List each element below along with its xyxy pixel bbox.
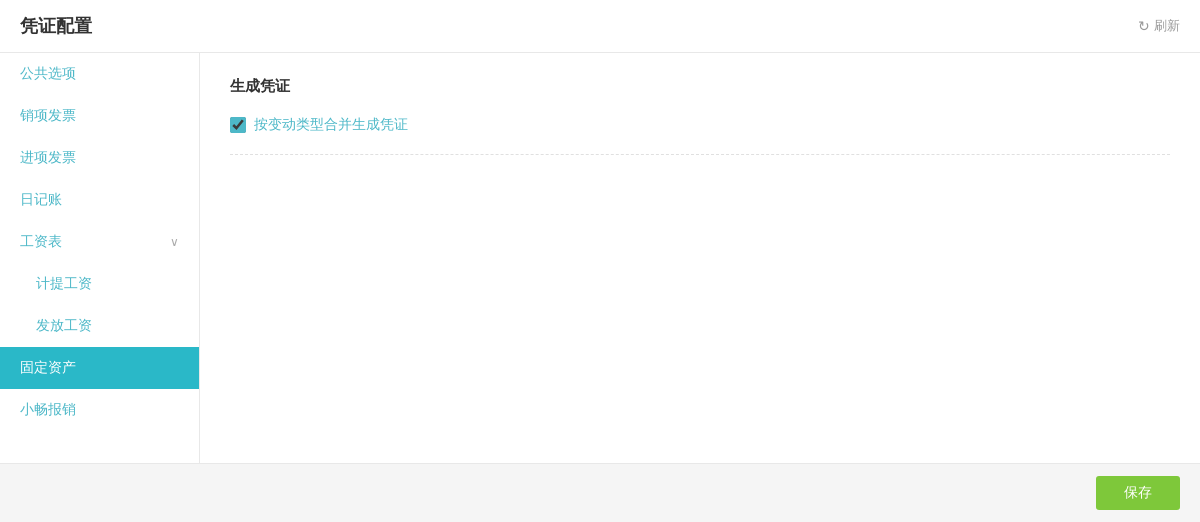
sidebar-item-journal[interactable]: 日记账 [0,179,199,221]
sidebar-item-label: 日记账 [20,191,62,209]
content-area: 生成凭证 按变动类型合并生成凭证 [200,53,1200,463]
page-footer: 保存 [0,463,1200,522]
refresh-label: 刷新 [1154,17,1180,35]
sidebar-item-public-options[interactable]: 公共选项 [0,53,199,95]
section-title: 生成凭证 [230,77,1170,96]
page-wrapper: 凭证配置 ↻ 刷新 公共选项 销项发票 进项发票 日记账 工资表 ∨ [0,0,1200,522]
main-content: 公共选项 销项发票 进项发票 日记账 工资表 ∨ 计提工资 发放工资 固定资 [0,53,1200,463]
sidebar-item-label: 工资表 [20,233,62,251]
save-button[interactable]: 保存 [1096,476,1180,510]
chevron-down-icon: ∨ [170,235,179,249]
page-title: 凭证配置 [20,14,92,38]
refresh-button[interactable]: ↻ 刷新 [1138,17,1180,35]
refresh-icon: ↻ [1138,18,1150,34]
sidebar-item-label: 计提工资 [36,275,92,293]
sidebar-item-fixed-assets[interactable]: 固定资产 [0,347,199,389]
sidebar-item-label: 销项发票 [20,107,76,125]
sidebar-item-sales-invoice[interactable]: 销项发票 [0,95,199,137]
sidebar-item-payroll[interactable]: 工资表 ∨ [0,221,199,263]
sidebar-item-purchase-invoice[interactable]: 进项发票 [0,137,199,179]
sidebar-item-label: 发放工资 [36,317,92,335]
page-header: 凭证配置 ↻ 刷新 [0,0,1200,53]
section-divider [230,154,1170,155]
sidebar-item-expense-reimbursement[interactable]: 小畅报销 [0,389,199,431]
checkbox-label[interactable]: 按变动类型合并生成凭证 [254,116,408,134]
sidebar-item-label: 小畅报销 [20,401,76,419]
sidebar-item-label: 固定资产 [20,359,76,377]
sidebar-item-accrual-payroll[interactable]: 计提工资 [0,263,199,305]
sidebar-item-label: 进项发票 [20,149,76,167]
merge-by-type-checkbox[interactable] [230,117,246,133]
checkbox-row: 按变动类型合并生成凭证 [230,116,1170,134]
sidebar: 公共选项 销项发票 进项发票 日记账 工资表 ∨ 计提工资 发放工资 固定资 [0,53,200,463]
sidebar-item-label: 公共选项 [20,65,76,83]
sidebar-item-pay-payroll[interactable]: 发放工资 [0,305,199,347]
